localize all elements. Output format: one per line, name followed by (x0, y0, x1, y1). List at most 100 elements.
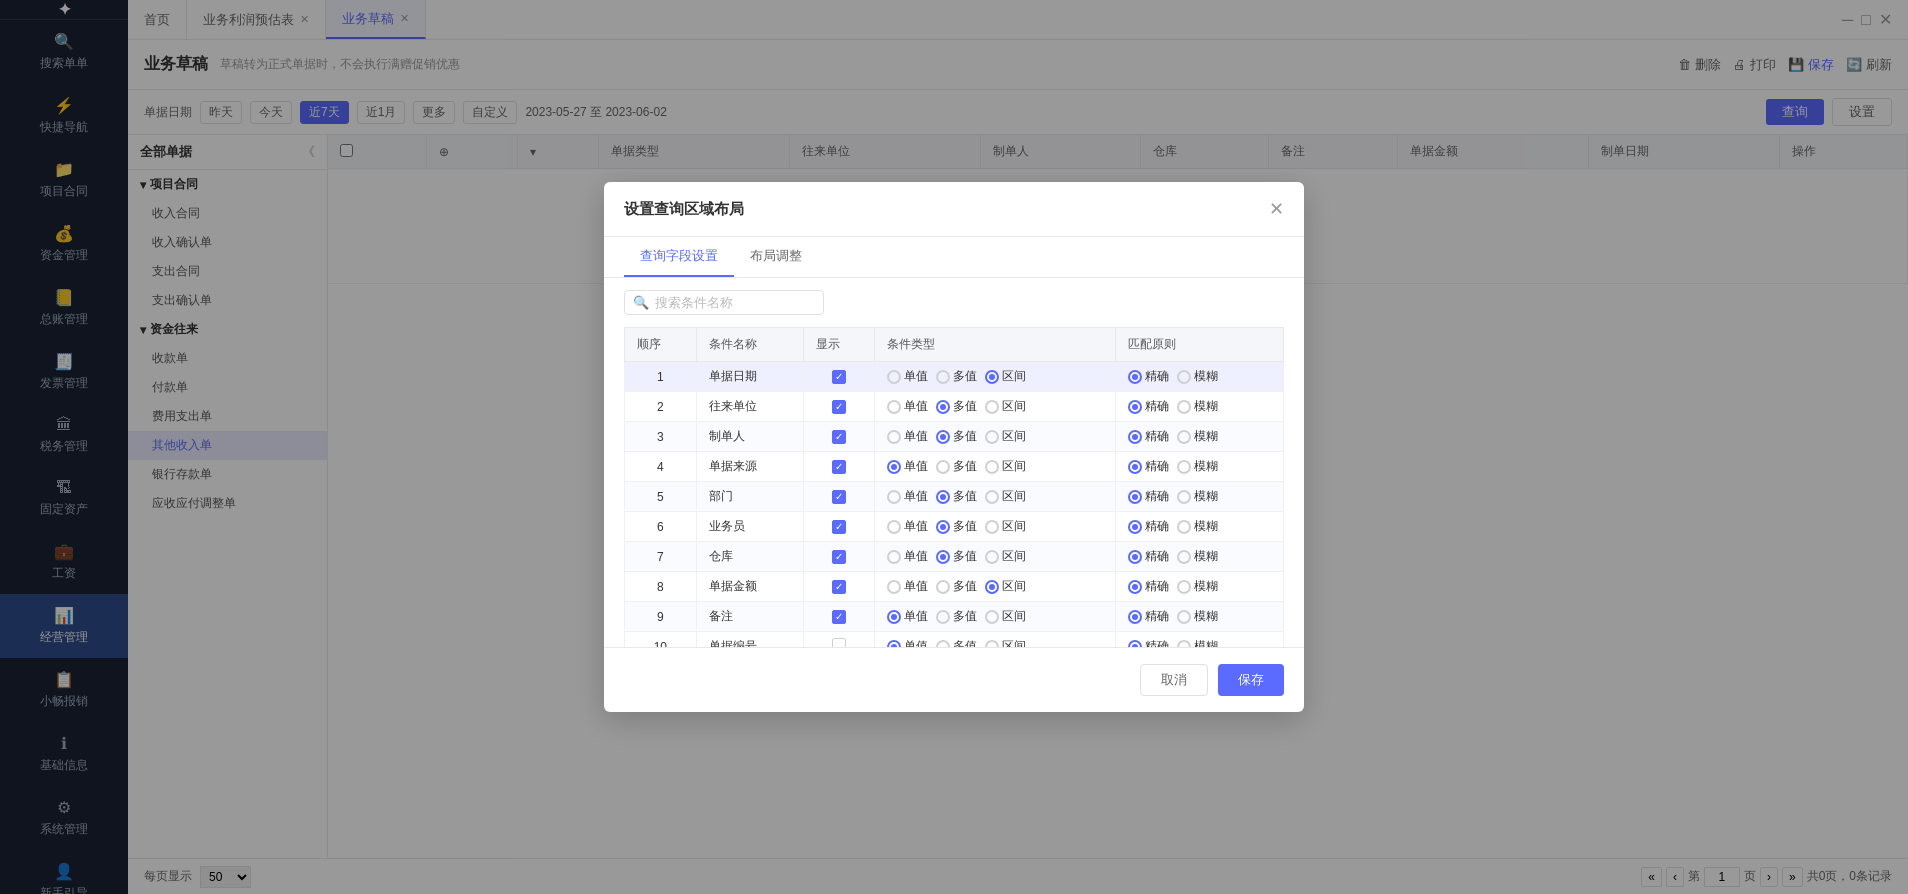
cond-type-radio-多值[interactable]: 多值 (936, 548, 977, 565)
tab-query-settings[interactable]: 查询字段设置 (624, 237, 734, 277)
dialog-overlay: 设置查询区域布局 ✕ 查询字段设置 布局调整 🔍 顺序 条件名称 (0, 0, 1908, 894)
cell-match: 精确模糊 (1115, 482, 1283, 512)
cond-type-radio-区间[interactable]: 区间 (985, 488, 1026, 505)
cond-type-radio-区间[interactable]: 区间 (985, 518, 1026, 535)
display-checkbox[interactable]: ✓ (832, 370, 846, 384)
display-checkbox[interactable]: ✓ (832, 580, 846, 594)
match-radio-模糊[interactable]: 模糊 (1177, 458, 1218, 475)
match-radio-精确[interactable]: 精确 (1128, 548, 1169, 565)
display-checkbox[interactable]: ✓ (832, 520, 846, 534)
cond-type-radio-单值[interactable]: 单值 (887, 458, 928, 475)
cell-match: 精确模糊 (1115, 602, 1283, 632)
cond-type-radio-多值[interactable]: 多值 (936, 578, 977, 595)
cond-type-radio-单值[interactable]: 单值 (887, 548, 928, 565)
cond-type-radio-区间[interactable]: 区间 (985, 398, 1026, 415)
cond-type-radio-单值[interactable]: 单值 (887, 638, 928, 647)
cond-type-radio-多值[interactable]: 多值 (936, 458, 977, 475)
display-checkbox[interactable]: ✓ (832, 430, 846, 444)
cond-type-radio-多值[interactable]: 多值 (936, 488, 977, 505)
cond-type-radio-区间[interactable]: 区间 (985, 578, 1026, 595)
cond-type-radio-区间[interactable]: 区间 (985, 368, 1026, 385)
match-radio-精确[interactable]: 精确 (1128, 608, 1169, 625)
cond-type-radio-多值[interactable]: 多值 (936, 428, 977, 445)
cell-match: 精确模糊 (1115, 422, 1283, 452)
match-radio-精确[interactable]: 精确 (1128, 488, 1169, 505)
cond-type-radio-区间[interactable]: 区间 (985, 428, 1026, 445)
cond-type-radio-多值[interactable]: 多值 (936, 518, 977, 535)
cond-type-radio-区间[interactable]: 区间 (985, 458, 1026, 475)
match-radio-精确[interactable]: 精确 (1128, 458, 1169, 475)
display-checkbox[interactable]: ✓ (832, 610, 846, 624)
col-cond-type: 条件类型 (875, 328, 1115, 362)
tab-layout-adjust[interactable]: 布局调整 (734, 237, 818, 277)
cond-type-radio-多值[interactable]: 多值 (936, 398, 977, 415)
match-radio-精确[interactable]: 精确 (1128, 398, 1169, 415)
match-radio-模糊[interactable]: 模糊 (1177, 398, 1218, 415)
cond-type-radio-区间[interactable]: 区间 (985, 548, 1026, 565)
match-radio-模糊[interactable]: 模糊 (1177, 638, 1218, 647)
match-radio-精确[interactable]: 精确 (1128, 428, 1169, 445)
display-checkbox[interactable] (832, 638, 846, 647)
cond-type-radio-多值[interactable]: 多值 (936, 608, 977, 625)
cell-display: ✓ (803, 512, 875, 542)
display-checkbox[interactable]: ✓ (832, 550, 846, 564)
table-row: 4单据来源✓单值多值区间精确模糊 (625, 452, 1284, 482)
cond-type-radio-多值[interactable]: 多值 (936, 638, 977, 647)
table-row: 1单据日期✓单值多值区间精确模糊 (625, 362, 1284, 392)
cell-display: ✓ (803, 542, 875, 572)
match-radio-模糊[interactable]: 模糊 (1177, 368, 1218, 385)
cond-type-radio-多值[interactable]: 多值 (936, 368, 977, 385)
cond-type-radio-单值[interactable]: 单值 (887, 398, 928, 415)
display-checkbox[interactable]: ✓ (832, 400, 846, 414)
cell-name: 单据来源 (696, 452, 803, 482)
cell-name: 仓库 (696, 542, 803, 572)
match-radio-精确[interactable]: 精确 (1128, 368, 1169, 385)
cancel-button[interactable]: 取消 (1140, 664, 1208, 696)
cell-order: 10 (625, 632, 697, 648)
table-row: 8单据金额✓单值多值区间精确模糊 (625, 572, 1284, 602)
cell-display: ✓ (803, 422, 875, 452)
dialog-close-button[interactable]: ✕ (1269, 198, 1284, 220)
display-checkbox[interactable]: ✓ (832, 460, 846, 474)
cond-type-radio-单值[interactable]: 单值 (887, 488, 928, 505)
cell-cond-type: 单值多值区间 (875, 602, 1115, 632)
search-icon: 🔍 (633, 295, 649, 310)
match-radio-模糊[interactable]: 模糊 (1177, 518, 1218, 535)
match-radio-模糊[interactable]: 模糊 (1177, 548, 1218, 565)
cond-type-radio-单值[interactable]: 单值 (887, 368, 928, 385)
dialog: 设置查询区域布局 ✕ 查询字段设置 布局调整 🔍 顺序 条件名称 (604, 182, 1304, 712)
table-row: 10单据编号单值多值区间精确模糊 (625, 632, 1284, 648)
cell-name: 往来单位 (696, 392, 803, 422)
cell-order: 8 (625, 572, 697, 602)
save-button[interactable]: 保存 (1218, 664, 1284, 696)
col-name: 条件名称 (696, 328, 803, 362)
cell-display: ✓ (803, 392, 875, 422)
cond-type-radio-单值[interactable]: 单值 (887, 608, 928, 625)
cell-cond-type: 单值多值区间 (875, 632, 1115, 648)
cond-type-radio-单值[interactable]: 单值 (887, 428, 928, 445)
match-radio-模糊[interactable]: 模糊 (1177, 578, 1218, 595)
cell-name: 单据日期 (696, 362, 803, 392)
search-input-wrap: 🔍 (624, 290, 824, 315)
match-radio-模糊[interactable]: 模糊 (1177, 428, 1218, 445)
search-input[interactable] (655, 295, 815, 310)
match-radio-精确[interactable]: 精确 (1128, 518, 1169, 535)
cell-match: 精确模糊 (1115, 572, 1283, 602)
match-radio-精确[interactable]: 精确 (1128, 578, 1169, 595)
match-radio-精确[interactable]: 精确 (1128, 638, 1169, 647)
cell-cond-type: 单值多值区间 (875, 512, 1115, 542)
cell-order: 3 (625, 422, 697, 452)
table-row: 7仓库✓单值多值区间精确模糊 (625, 542, 1284, 572)
cond-type-radio-区间[interactable]: 区间 (985, 638, 1026, 647)
cell-cond-type: 单值多值区间 (875, 482, 1115, 512)
match-radio-模糊[interactable]: 模糊 (1177, 608, 1218, 625)
cell-name: 部门 (696, 482, 803, 512)
cond-type-radio-单值[interactable]: 单值 (887, 578, 928, 595)
table-row: 2往来单位✓单值多值区间精确模糊 (625, 392, 1284, 422)
cell-order: 9 (625, 602, 697, 632)
cell-match: 精确模糊 (1115, 632, 1283, 648)
cond-type-radio-区间[interactable]: 区间 (985, 608, 1026, 625)
cond-type-radio-单值[interactable]: 单值 (887, 518, 928, 535)
display-checkbox[interactable]: ✓ (832, 490, 846, 504)
match-radio-模糊[interactable]: 模糊 (1177, 488, 1218, 505)
